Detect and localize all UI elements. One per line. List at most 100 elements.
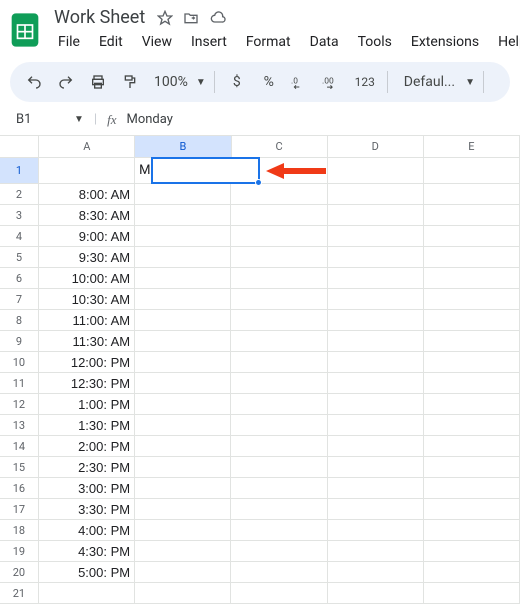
cell[interactable] — [424, 268, 520, 289]
cell[interactable] — [231, 499, 327, 520]
cell[interactable] — [328, 373, 424, 394]
menu-file[interactable]: File — [50, 30, 88, 54]
cell[interactable] — [135, 226, 231, 247]
cell[interactable] — [135, 457, 231, 478]
cell[interactable] — [231, 352, 327, 373]
cell[interactable]: 3:00: PM — [39, 478, 135, 499]
cell[interactable] — [231, 184, 327, 205]
row-header[interactable]: 7 — [0, 289, 39, 310]
cell[interactable] — [328, 268, 424, 289]
cell[interactable] — [424, 205, 520, 226]
cell[interactable] — [135, 247, 231, 268]
paint-format-button[interactable] — [116, 68, 144, 96]
row-header[interactable]: 16 — [0, 478, 39, 499]
cell[interactable]: 2:00: PM — [39, 436, 135, 457]
cell[interactable] — [135, 205, 231, 226]
chevron-down-icon[interactable]: ▼ — [74, 114, 84, 125]
cell[interactable]: 4:00: PM — [39, 520, 135, 541]
cell[interactable] — [424, 478, 520, 499]
cell[interactable]: 3:30: PM — [39, 499, 135, 520]
cell[interactable] — [424, 541, 520, 562]
cell[interactable] — [39, 583, 135, 604]
cell[interactable] — [135, 520, 231, 541]
cell[interactable] — [328, 457, 424, 478]
cell[interactable] — [424, 247, 520, 268]
cell[interactable] — [424, 310, 520, 331]
cell[interactable] — [328, 562, 424, 583]
cell[interactable] — [231, 373, 327, 394]
column-header-c[interactable]: C — [232, 136, 328, 158]
cell[interactable]: 9:30: AM — [39, 247, 135, 268]
cell[interactable] — [231, 541, 327, 562]
star-icon[interactable] — [157, 10, 173, 26]
cell[interactable] — [328, 331, 424, 352]
cell[interactable] — [328, 289, 424, 310]
cell[interactable] — [135, 373, 231, 394]
cell[interactable] — [231, 436, 327, 457]
cell[interactable] — [135, 415, 231, 436]
cell[interactable]: 10:00: AM — [39, 268, 135, 289]
percent-button[interactable]: % — [255, 68, 283, 96]
zoom-select[interactable]: 100% — [148, 74, 194, 90]
sheets-logo[interactable] — [10, 9, 40, 51]
menu-insert[interactable]: Insert — [183, 30, 235, 54]
cell[interactable]: Monday — [135, 158, 231, 184]
row-header[interactable]: 14 — [0, 436, 39, 457]
cell[interactable] — [328, 520, 424, 541]
cell[interactable] — [424, 394, 520, 415]
row-header[interactable]: 17 — [0, 499, 39, 520]
print-button[interactable] — [84, 68, 112, 96]
menu-extensions[interactable]: Extensions — [403, 30, 487, 54]
row-header[interactable]: 10 — [0, 352, 39, 373]
cell[interactable] — [424, 373, 520, 394]
cell[interactable] — [135, 562, 231, 583]
cell[interactable] — [424, 583, 520, 604]
row-header[interactable]: 19 — [0, 541, 39, 562]
cell[interactable] — [424, 331, 520, 352]
font-select[interactable]: Defaul... — [396, 74, 463, 90]
cell[interactable] — [231, 394, 327, 415]
cell[interactable] — [424, 457, 520, 478]
chevron-down-icon[interactable]: ▼ — [465, 77, 475, 88]
menu-edit[interactable]: Edit — [91, 30, 131, 54]
decrease-decimal-button[interactable]: .0 — [287, 68, 315, 96]
cell[interactable]: 8:00: AM — [39, 184, 135, 205]
menu-data[interactable]: Data — [302, 30, 347, 54]
cell[interactable] — [231, 268, 327, 289]
cell[interactable] — [328, 415, 424, 436]
cell[interactable] — [328, 310, 424, 331]
cell[interactable] — [424, 226, 520, 247]
more-formats-button[interactable]: 123 — [351, 68, 379, 96]
cell[interactable] — [135, 499, 231, 520]
chevron-down-icon[interactable]: ▼ — [196, 77, 206, 88]
cell[interactable] — [424, 436, 520, 457]
row-header[interactable]: 1 — [0, 158, 39, 184]
row-header[interactable]: 8 — [0, 310, 39, 331]
cell[interactable] — [328, 184, 424, 205]
redo-button[interactable] — [52, 68, 80, 96]
undo-button[interactable] — [20, 68, 48, 96]
cloud-status-icon[interactable] — [209, 10, 227, 26]
cell[interactable] — [424, 520, 520, 541]
cell[interactable]: 5:00: PM — [39, 562, 135, 583]
cell[interactable] — [231, 478, 327, 499]
spreadsheet-grid[interactable]: ABCDE 1Monday28:00: AM38:30: AM49:00: AM… — [0, 135, 520, 604]
menu-view[interactable]: View — [134, 30, 180, 54]
cell[interactable] — [231, 415, 327, 436]
cell[interactable] — [328, 583, 424, 604]
row-header[interactable]: 18 — [0, 520, 39, 541]
cell[interactable] — [328, 226, 424, 247]
cell[interactable]: 4:30: PM — [39, 541, 135, 562]
cell[interactable]: 11:30: AM — [39, 331, 135, 352]
cell[interactable] — [231, 289, 327, 310]
cell[interactable] — [328, 541, 424, 562]
cell[interactable] — [231, 205, 327, 226]
cell[interactable] — [328, 205, 424, 226]
cell[interactable] — [135, 478, 231, 499]
cell[interactable] — [328, 247, 424, 268]
column-header-b[interactable]: B — [135, 136, 231, 158]
row-header[interactable]: 4 — [0, 226, 39, 247]
cell[interactable]: 2:30: PM — [39, 457, 135, 478]
row-header[interactable]: 15 — [0, 457, 39, 478]
select-all-corner[interactable] — [0, 136, 39, 158]
